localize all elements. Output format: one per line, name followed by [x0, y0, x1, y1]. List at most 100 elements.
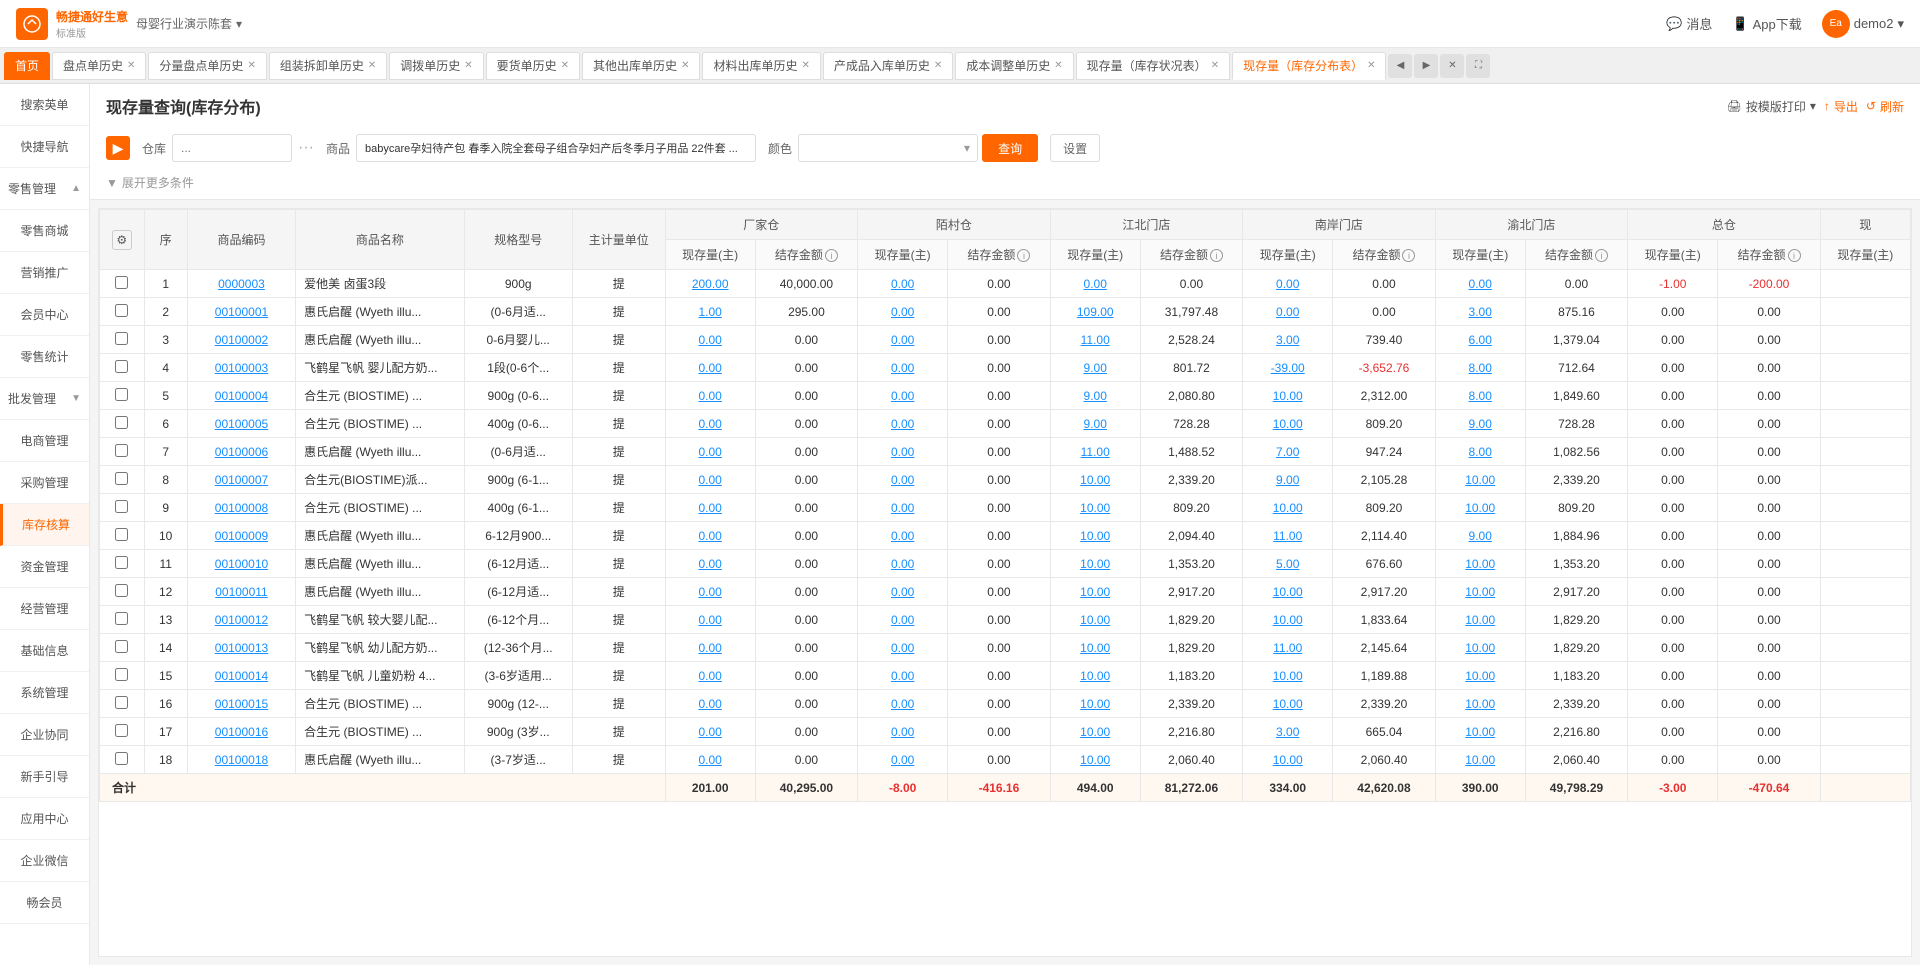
tab-item[interactable]: 调拨单历史 ✕	[389, 52, 483, 80]
sidebar-item-guide[interactable]: 新手引导	[0, 756, 89, 798]
color-input[interactable]	[798, 134, 978, 162]
tab-prev-btn[interactable]: ◀	[1388, 54, 1412, 78]
sidebar-item-member[interactable]: 会员中心	[0, 294, 89, 336]
row-w4-qty: 3.00	[1243, 326, 1333, 354]
sidebar-item-retail-mall[interactable]: 零售商城	[0, 210, 89, 252]
industry-selector[interactable]: 母婴行业演示陈套 ▾	[136, 15, 242, 32]
tab-item[interactable]: 盘点单历史 ✕	[52, 52, 146, 80]
sidebar-item-system[interactable]: 系统管理	[0, 672, 89, 714]
row-checkbox[interactable]	[100, 550, 145, 578]
row-checkbox[interactable]	[100, 298, 145, 326]
row-checkbox[interactable]	[100, 382, 145, 410]
row-checkbox[interactable]	[100, 634, 145, 662]
tab-close-all-btn[interactable]: ✕	[1440, 54, 1464, 78]
sidebar-item-ecom[interactable]: 电商管理	[0, 420, 89, 462]
user-avatar[interactable]: Ea demo2 ▾	[1822, 10, 1904, 38]
row-checkbox[interactable]	[100, 662, 145, 690]
info-icon[interactable]: i	[1210, 249, 1223, 262]
row-checkbox[interactable]	[100, 438, 145, 466]
sidebar-item-apps[interactable]: 应用中心	[0, 798, 89, 840]
table-settings-icon[interactable]: ⚙	[112, 230, 132, 250]
info-icon[interactable]: i	[1017, 249, 1030, 262]
tab-close-icon[interactable]: ✕	[1367, 60, 1375, 71]
row-checkbox[interactable]	[100, 578, 145, 606]
row-w5-amt: 2,060.40	[1525, 746, 1627, 774]
info-icon[interactable]: i	[1788, 249, 1801, 262]
tab-close-icon[interactable]: ✕	[1054, 60, 1062, 71]
info-icon[interactable]: i	[1595, 249, 1608, 262]
sidebar-item-purchase[interactable]: 采购管理	[0, 462, 89, 504]
sidebar-item-marketing[interactable]: 营销推广	[0, 252, 89, 294]
row-name: 合生元 (BIOSTIME) ...	[296, 718, 464, 746]
row-t-qty: 0.00	[1628, 410, 1718, 438]
tab-item[interactable]: 产成品入库单历史 ✕	[823, 52, 953, 80]
print-btn[interactable]: 🖨 按模版打印 ▾	[1727, 98, 1816, 115]
main-layout: 搜索英单 快捷导航 零售管理 ▲ 零售商城 营销推广 会员中心 零售统计 批发管…	[0, 84, 1920, 965]
search-button[interactable]: 查询	[982, 134, 1038, 162]
row-checkbox[interactable]	[100, 410, 145, 438]
row-checkbox[interactable]	[100, 354, 145, 382]
row-w1-amt: 0.00	[755, 382, 857, 410]
tab-item[interactable]: 材料出库单历史 ✕	[702, 52, 820, 80]
tab-close-icon[interactable]: ✕	[247, 60, 255, 71]
tab-close-icon[interactable]: ✕	[1211, 60, 1219, 71]
row-w2-amt: 0.00	[948, 438, 1050, 466]
filter-expand-btn[interactable]: ▶	[106, 136, 130, 160]
tab-item[interactable]: 其他出库单历史 ✕	[582, 52, 700, 80]
sidebar-item-basic[interactable]: 基础信息	[0, 630, 89, 672]
tab-close-icon[interactable]: ✕	[801, 60, 809, 71]
tab-close-icon[interactable]: ✕	[127, 60, 135, 71]
sum-w4-amt: 42,620.08	[1333, 774, 1435, 802]
sidebar-item-retail-stat[interactable]: 零售统计	[0, 336, 89, 378]
tab-active[interactable]: 现存量（库存分布表） ✕	[1232, 52, 1386, 80]
sidebar-item-member2[interactable]: 畅会员	[0, 882, 89, 924]
row-t-amt: 0.00	[1718, 606, 1820, 634]
row-w1-qty: 0.00	[665, 718, 755, 746]
sidebar-item-nav[interactable]: 快捷导航	[0, 126, 89, 168]
tab-item[interactable]: 成本调整单历史 ✕	[955, 52, 1073, 80]
settings-button[interactable]: 设置	[1050, 134, 1100, 162]
info-icon[interactable]: i	[825, 249, 838, 262]
row-checkbox[interactable]	[100, 746, 145, 774]
row-checkbox[interactable]	[100, 494, 145, 522]
export-btn[interactable]: ↑ 导出	[1824, 98, 1858, 115]
row-checkbox[interactable]	[100, 466, 145, 494]
row-checkbox[interactable]	[100, 718, 145, 746]
sidebar-item-retail-mgmt[interactable]: 零售管理 ▲	[0, 168, 89, 210]
sidebar-item-wxwork[interactable]: 企业微信	[0, 840, 89, 882]
sidebar-item-inventory[interactable]: 库存核算	[0, 504, 89, 546]
tab-item[interactable]: 组装拆卸单历史 ✕	[269, 52, 387, 80]
tab-close-icon[interactable]: ✕	[561, 60, 569, 71]
tab-close-icon[interactable]: ✕	[681, 60, 689, 71]
row-extra	[1820, 578, 1910, 606]
tab-home[interactable]: 首页	[4, 52, 50, 80]
tab-close-icon[interactable]: ✕	[934, 60, 942, 71]
app-download-btn[interactable]: 📱 App下载	[1732, 14, 1801, 33]
message-btn[interactable]: 💬 消息	[1666, 14, 1712, 33]
tab-item[interactable]: 要货单历史 ✕	[486, 52, 580, 80]
sidebar-item-search[interactable]: 搜索英单	[0, 84, 89, 126]
tab-close-icon[interactable]: ✕	[464, 60, 472, 71]
tab-close-icon[interactable]: ✕	[368, 60, 376, 71]
row-checkbox[interactable]	[100, 270, 145, 298]
row-checkbox[interactable]	[100, 522, 145, 550]
row-checkbox[interactable]	[100, 326, 145, 354]
info-icon[interactable]: i	[1402, 249, 1415, 262]
tab-next-btn[interactable]: ▶	[1414, 54, 1438, 78]
goods-input[interactable]	[356, 134, 756, 162]
expand-conditions-btn[interactable]: ▼ 展开更多条件	[106, 170, 1904, 199]
tab-item[interactable]: 分量盘点单历史 ✕	[148, 52, 266, 80]
sidebar-item-finance[interactable]: 资金管理	[0, 546, 89, 588]
refresh-btn[interactable]: ↺ 刷新	[1866, 98, 1904, 115]
row-checkbox[interactable]	[100, 690, 145, 718]
chevron-down-icon: ▾	[1810, 99, 1816, 113]
tab-item[interactable]: 现存量（库存状况表） ✕	[1076, 52, 1230, 80]
tab-expand-btn[interactable]: ⛶	[1466, 54, 1490, 78]
row-checkbox[interactable]	[100, 606, 145, 634]
row-w4-qty: 10.00	[1243, 578, 1333, 606]
row-w4-amt: 0.00	[1333, 270, 1435, 298]
sidebar-item-wholesale[interactable]: 批发管理 ▼	[0, 378, 89, 420]
sidebar-item-operations[interactable]: 经营管理	[0, 588, 89, 630]
sidebar-item-collab[interactable]: 企业协同	[0, 714, 89, 756]
warehouse-input[interactable]	[172, 134, 292, 162]
